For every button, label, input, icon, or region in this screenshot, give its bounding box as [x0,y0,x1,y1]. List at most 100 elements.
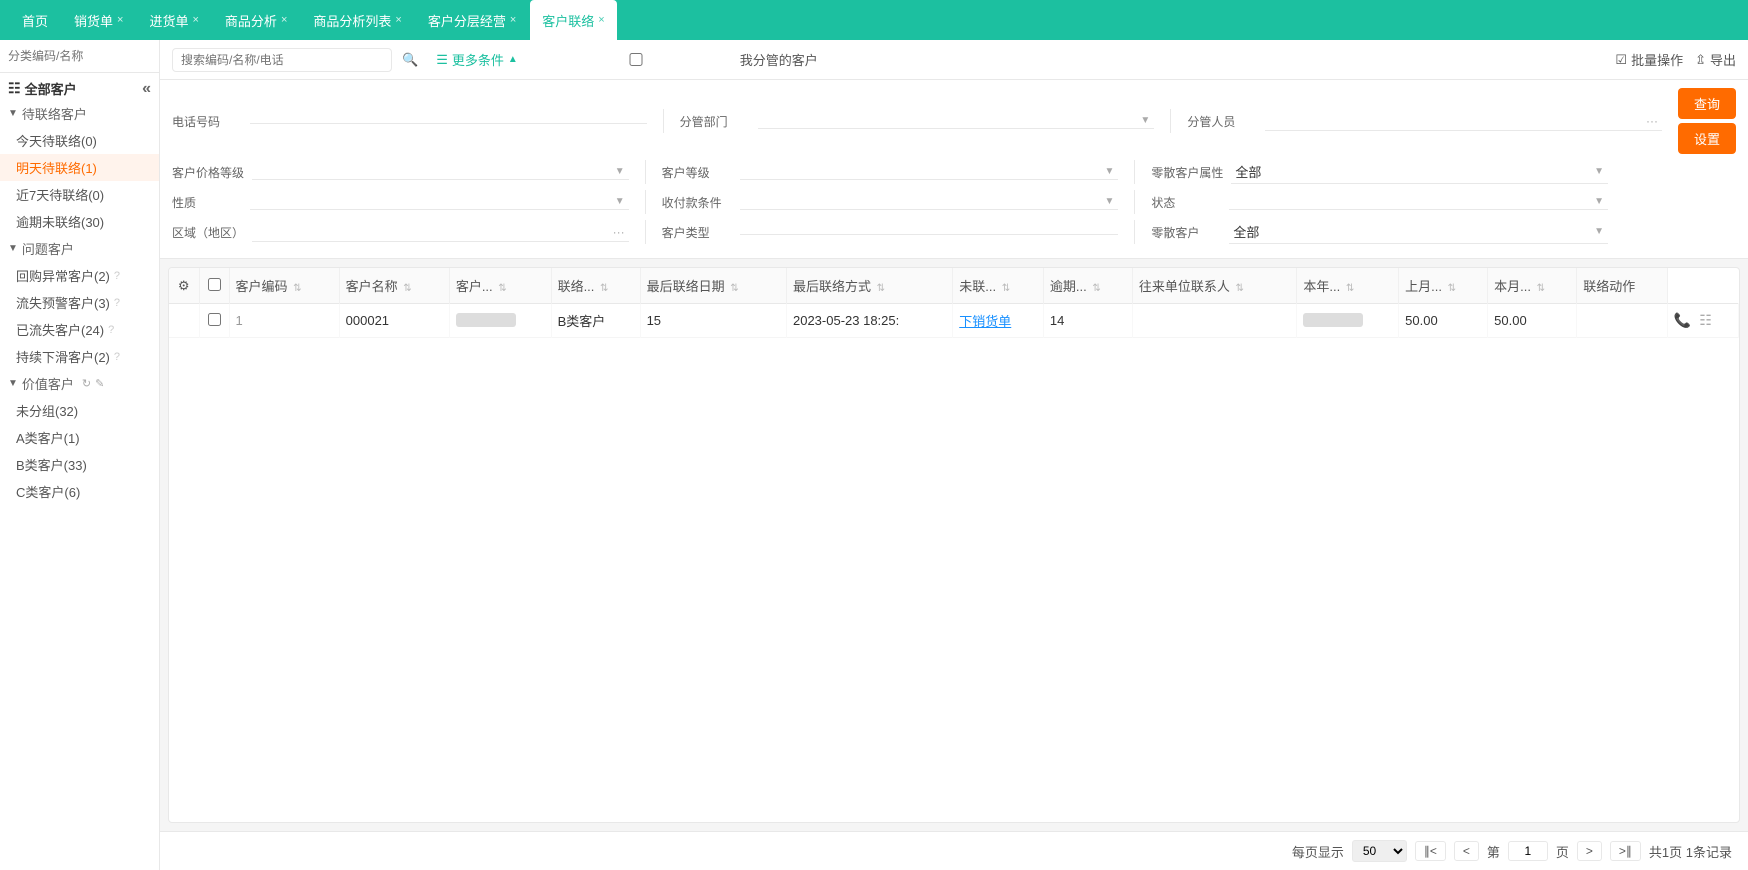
dept-input[interactable]: ▼ [758,113,1155,129]
close-icon[interactable]: × [117,14,123,26]
sidebar-search-area: 🔍 [0,40,159,73]
sidebar-all-customers[interactable]: ☷ 全部客户 « [0,73,159,100]
query-button[interactable]: 查询 [1678,88,1736,119]
sidebar-item-class-b[interactable]: B类客户(33) [0,451,159,478]
sort-icon[interactable]: ⇅ [403,283,411,294]
more-conditions-button[interactable]: ☰ 更多条件 ▲ [428,46,526,73]
sort-icon[interactable]: ⇅ [730,283,738,294]
col-settings[interactable]: ⚙ [169,268,199,304]
adv-field-phone: 电话号码 [172,113,647,130]
help-icon: ? [108,324,114,336]
sort-icon[interactable]: ⇅ [1346,283,1354,294]
close-icon[interactable]: × [192,14,198,26]
status-input[interactable]: ▼ [1229,194,1608,210]
nav-product-analysis[interactable]: 商品分析 × [213,0,299,40]
sort-icon[interactable]: ⇅ [1448,283,1456,294]
sort-icon[interactable]: ⇅ [1236,283,1244,294]
help-icon: ? [114,270,120,282]
adv-field-region: 区域（地区） ··· [172,223,629,242]
retail-customer-input[interactable]: 全部 ▼ [1229,220,1608,244]
table-header-row: ⚙ 客户编码 ⇅ 客户名称 ⇅ [169,268,1739,304]
phone-input[interactable] [250,119,647,124]
search-icon[interactable]: 🔍 [402,52,418,68]
help-icon: ? [114,351,120,363]
content-area: 🔍 ☰ 更多条件 ▲ 我分管的客户 ☑ 批量操作 ⇫ 导出 [160,40,1748,870]
batch-operation-button[interactable]: ☑ 批量操作 [1615,50,1683,69]
advanced-filter-panel: 电话号码 分管部门 ▼ 分管人员 ··· [160,80,1748,259]
divider [1134,160,1135,184]
prev-page-button[interactable]: < [1454,841,1479,861]
settings-icon[interactable]: ⚙ [178,278,190,293]
divider [645,220,646,244]
sidebar-pending-section: ▼ 待联络客户 [0,100,159,127]
row-unit-contact-cell [1297,304,1399,338]
settings-button[interactable]: 设置 [1678,123,1736,154]
nature-input[interactable]: ▼ [250,194,629,210]
chevron-down-icon: ▼ [8,378,18,389]
close-icon[interactable]: × [395,14,401,26]
sort-icon[interactable]: ⇅ [877,283,885,294]
sidebar-item-class-c[interactable]: C类客户(6) [0,478,159,505]
next-page-button[interactable]: > [1577,841,1602,861]
my-customers-checkbox-input[interactable] [536,53,736,66]
nav-product-analysis-list[interactable]: 商品分析列表 × [301,0,413,40]
adv-filter-row-4: 区域（地区） ··· 客户类型 零散客户 全部 [172,220,1736,244]
row-checkbox[interactable] [208,313,221,326]
retail-attr-input[interactable]: 全部 ▼ [1231,160,1608,184]
customer-level-input[interactable]: ▼ [740,164,1119,180]
export-button[interactable]: ⇫ 导出 [1695,50,1736,69]
nav-customer-segmentation[interactable]: 客户分层经营 × [416,0,528,40]
close-icon[interactable]: × [281,14,287,26]
sort-icon[interactable]: ⇅ [600,283,608,294]
sidebar-item-keep-down[interactable]: 持续下滑客户(2) ? [0,343,159,370]
adv-filter-row-2: 客户价格等级 ▼ 客户等级 ▼ 零散客户属性 全部 [172,160,1736,184]
adv-field-status: 状态 ▼ [1151,194,1608,211]
customer-type-input[interactable] [740,230,1119,235]
export-icon: ⇫ [1695,52,1706,68]
nav-home[interactable]: 首页 [10,0,60,40]
sidebar-value-section: ▼ 价值客户 ↻ ✎ [0,370,159,397]
sidebar-item-lost[interactable]: 已流失客户(24) ? [0,316,159,343]
nav-purchase-order[interactable]: 进货单 × [137,0,210,40]
sort-icon[interactable]: ⇅ [1002,283,1010,294]
sidebar-item-ungrouped[interactable]: 未分组(32) [0,397,159,424]
last-page-button[interactable]: >∥ [1610,841,1641,861]
row-checkbox-cell[interactable] [199,304,229,338]
sort-icon[interactable]: ⇅ [1537,283,1545,294]
sidebar-item-repeat-abnormal[interactable]: 回购异常客户(2) ? [0,262,159,289]
close-icon[interactable]: × [598,14,604,26]
select-all-checkbox[interactable] [208,278,221,291]
nav-sales-order[interactable]: 销货单 × [62,0,135,40]
close-icon[interactable]: × [510,14,516,26]
sidebar-collapse-icon[interactable]: « [142,80,151,98]
sidebar-item-overdue-contact[interactable]: 逾期未联络(30) [0,208,159,235]
col-checkbox[interactable] [199,268,229,304]
sort-icon[interactable]: ⇅ [293,283,301,294]
sidebar-search-input[interactable] [8,49,160,63]
refresh-icon[interactable]: ↻ [82,377,91,390]
sort-icon[interactable]: ⇅ [498,283,506,294]
col-last-contact-date: 最后联络日期 ⇅ [640,268,786,304]
sidebar-item-week7-contact[interactable]: 近7天待联络(0) [0,181,159,208]
sidebar-item-today-contact[interactable]: 今天待联络(0) [0,127,159,154]
first-page-button[interactable]: ∥< [1415,841,1446,861]
payment-input[interactable]: ▼ [740,194,1119,210]
manager-input[interactable]: ··· [1265,112,1662,131]
sort-icon[interactable]: ⇅ [1092,283,1100,294]
value-level-input[interactable]: ▼ [252,164,629,180]
total-records: 共1页 1条记录 [1649,842,1732,861]
sidebar-problem-section: ▼ 问题客户 [0,235,159,262]
my-customers-checkbox[interactable]: 我分管的客户 [536,50,818,69]
page-number-input[interactable] [1508,841,1548,861]
sidebar-item-class-a[interactable]: A类客户(1) [0,424,159,451]
sidebar-item-lost-risk[interactable]: 流失预警客户(3) ? [0,289,159,316]
per-page-select[interactable]: 50 10 20 100 [1352,840,1407,862]
sidebar-item-tomorrow-contact[interactable]: 明天待联络(1) [0,154,159,181]
search-input[interactable] [172,48,392,72]
phone-action-icon[interactable]: 📞 [1674,312,1691,329]
nav-customer-contact[interactable]: 客户联络 × [530,0,616,40]
region-input[interactable]: ··· [252,223,629,242]
more-action-icon[interactable]: ☷ [1699,312,1712,329]
edit-icon[interactable]: ✎ [95,377,104,390]
row-contacts-cell: 15 [640,304,786,338]
